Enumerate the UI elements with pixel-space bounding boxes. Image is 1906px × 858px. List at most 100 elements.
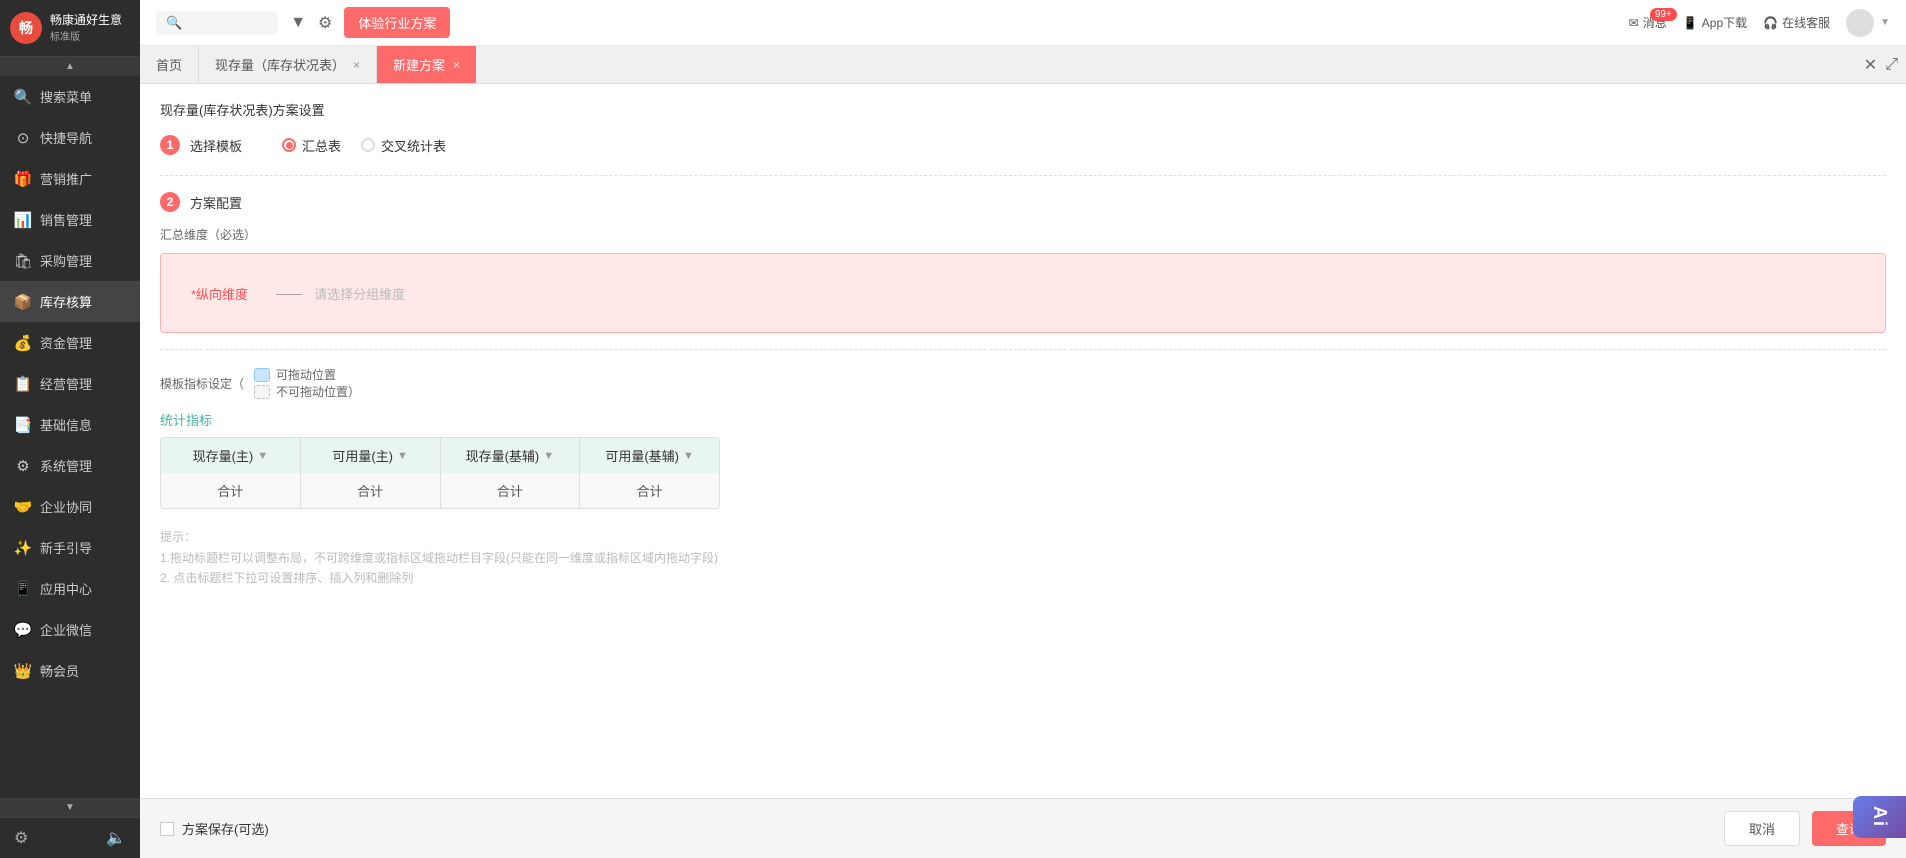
sidebar-item-member[interactable]: 👑 畅会员 [0,650,140,691]
template-cross-option[interactable]: 交叉统计表 [361,136,446,155]
volume-icon[interactable]: 🔈 [106,828,126,848]
message-badge: 99+ [1650,8,1677,21]
dimension-dash: —— [276,286,302,301]
operation-icon: 📋 [14,375,32,393]
sidebar-item-search[interactable]: 🔍 搜索菜单 [0,76,140,117]
sidebar-item-appstore-label: 应用中心 [40,579,92,598]
col-value-2: 合计 [301,473,441,508]
app-version: 标准版 [50,28,122,43]
sidebar-item-cooperation[interactable]: 🤝 企业协同 [0,486,140,527]
user-avatar[interactable]: ▼ [1846,9,1890,37]
dimension-box[interactable]: *纵向维度 —— 请选择分组维度 [160,253,1886,333]
sidebar-item-appstore[interactable]: 📱 应用中心 [0,568,140,609]
settings-icon[interactable]: ⚙ [318,13,332,33]
sidebar-item-system[interactable]: ⚙ 系统管理 [0,445,140,486]
sidebar-item-operation[interactable]: 📋 经营管理 [0,363,140,404]
sidebar-item-system-label: 系统管理 [40,456,92,475]
sidebar-item-inventory[interactable]: 📦 库存核算 [0,281,140,322]
app-download-button[interactable]: 📱 App下载 [1683,14,1747,31]
inventory-icon: 📦 [14,293,32,311]
content-inner: 现存量(库存状况表)方案设置 1 选择模板 汇总表 交叉统计表 [140,84,1906,798]
section1-number: 1 [160,135,180,155]
section-template: 1 选择模板 汇总表 交叉统计表 [160,135,1886,155]
tab-inventory-close-icon[interactable]: × [353,58,360,72]
col-value-1: 合计 [161,473,301,508]
avatar-image [1846,9,1874,37]
metrics-table-header: 现存量(主) ▼ 可用量(主) ▼ 现存量(基辅 [161,438,719,473]
message-button[interactable]: ✉ 消息 99+ [1629,14,1667,31]
divider-1 [160,175,1886,176]
sidebar-item-guide[interactable]: ✨ 新手引导 [0,527,140,568]
content-area: 现存量(库存状况表)方案设置 1 选择模板 汇总表 交叉统计表 [140,84,1906,798]
trial-button[interactable]: 体验行业方案 [344,7,450,38]
tab-inventory-status[interactable]: 现存量（库存状况表） × [199,46,377,83]
tabbar-end: ✕ ⤢ [1856,55,1906,75]
sidebar-item-finance-label: 资金管理 [40,333,92,352]
sidebar-item-guide-label: 新手引导 [40,538,92,557]
gear-icon[interactable]: ▼ [290,14,306,32]
sidebar-scroll-up[interactable]: ▲ [0,57,140,76]
online-service-button[interactable]: 🎧 在线客服 [1763,14,1830,31]
legend-movable: 可拖动位置 [254,366,360,383]
maximize-icon[interactable]: ⤢ [1885,56,1898,74]
ai-button[interactable]: Ai [1853,796,1906,838]
col4-dropdown-icon[interactable]: ▼ [683,450,694,462]
app-name: 畅康通好生意 [50,13,122,29]
wechat-icon: 💬 [14,621,32,639]
col-header-2: 可用量(主) ▼ [301,438,441,473]
close-window-icon[interactable]: ✕ [1864,55,1877,75]
section2-number: 2 [160,192,180,212]
legend-fixed: 不可拖动位置） [254,383,360,400]
col-header-1: 现存量(主) ▼ [161,438,301,473]
stats-label: 统计指标 [160,410,1886,429]
col2-dropdown-icon[interactable]: ▼ [397,450,408,462]
col3-dropdown-icon[interactable]: ▼ [543,450,554,462]
save-checkbox[interactable] [160,822,174,836]
finance-icon: 💰 [14,334,32,352]
cross-radio[interactable] [361,138,375,152]
sidebar-item-basic[interactable]: 📑 基础信息 [0,404,140,445]
sidebar-item-wechat[interactable]: 💬 企业微信 [0,609,140,650]
template-options: 汇总表 交叉统计表 [282,136,446,155]
sidebar-item-finance[interactable]: 💰 资金管理 [0,322,140,363]
sales-icon: 📊 [14,211,32,229]
metrics-settings-label: 模板指标设定（ 可拖动位置 不可拖动位置） [160,366,1886,400]
sidebar-item-sales[interactable]: 📊 销售管理 [0,199,140,240]
purchase-icon: 🛍 [14,252,32,270]
sidebar-scroll-down[interactable]: ▼ [0,798,140,817]
sidebar-item-marketing[interactable]: 🎁 营销推广 [0,158,140,199]
col-header-4: 可用量(基辅) ▼ [580,438,719,473]
template-summary-option[interactable]: 汇总表 [282,136,341,155]
page-title: 现存量(库存状况表)方案设置 [160,100,1886,119]
sidebar-item-purchase[interactable]: 🛍 采购管理 [0,240,140,281]
cancel-button[interactable]: 取消 [1724,811,1800,846]
guide-icon: ✨ [14,539,32,557]
tab-new-scheme-close-icon[interactable]: × [453,58,460,72]
tab-home[interactable]: 首页 [140,46,199,83]
sidebar: 畅 畅康通好生意 标准版 ▲ 🔍 搜索菜单 ⊙ 快捷导航 🎁 营销推广 📊 销售… [0,0,140,858]
fixed-legend-box [254,385,270,399]
topbar-search-box[interactable]: 🔍 [156,11,278,35]
settings-icon[interactable]: ⚙ [14,828,28,848]
member-icon: 👑 [14,662,32,680]
summary-radio[interactable] [282,138,296,152]
search-input[interactable] [188,16,268,30]
phone-icon: 📱 [1683,16,1698,30]
cooperation-icon: 🤝 [14,498,32,516]
shortcut-icon: ⊙ [14,129,32,147]
section1-title: 选择模板 [190,136,242,155]
col1-dropdown-icon[interactable]: ▼ [257,450,268,462]
dimension-label: *纵向维度 [191,284,248,303]
dimension-placeholder: 请选择分组维度 [314,284,405,303]
sidebar-item-shortcut[interactable]: ⊙ 快捷导航 [0,117,140,158]
tab-new-scheme[interactable]: 新建方案 × [377,46,476,83]
topbar: 🔍 ▼ ⚙ 体验行业方案 ✉ 消息 99+ 📱 App下载 🎧 在线客服 [140,0,1906,46]
save-option: 方案保存(可选) [160,819,269,838]
basic-icon: 📑 [14,416,32,434]
sidebar-item-inventory-label: 库存核算 [40,292,92,311]
tabbar: 首页 现存量（库存状况表） × 新建方案 × ✕ ⤢ [140,46,1906,84]
sidebar-logo: 畅 畅康通好生意 标准版 [0,0,140,57]
sidebar-item-shortcut-label: 快捷导航 [40,128,92,147]
col-value-3: 合计 [441,473,581,508]
sidebar-item-member-label: 畅会员 [40,661,79,680]
